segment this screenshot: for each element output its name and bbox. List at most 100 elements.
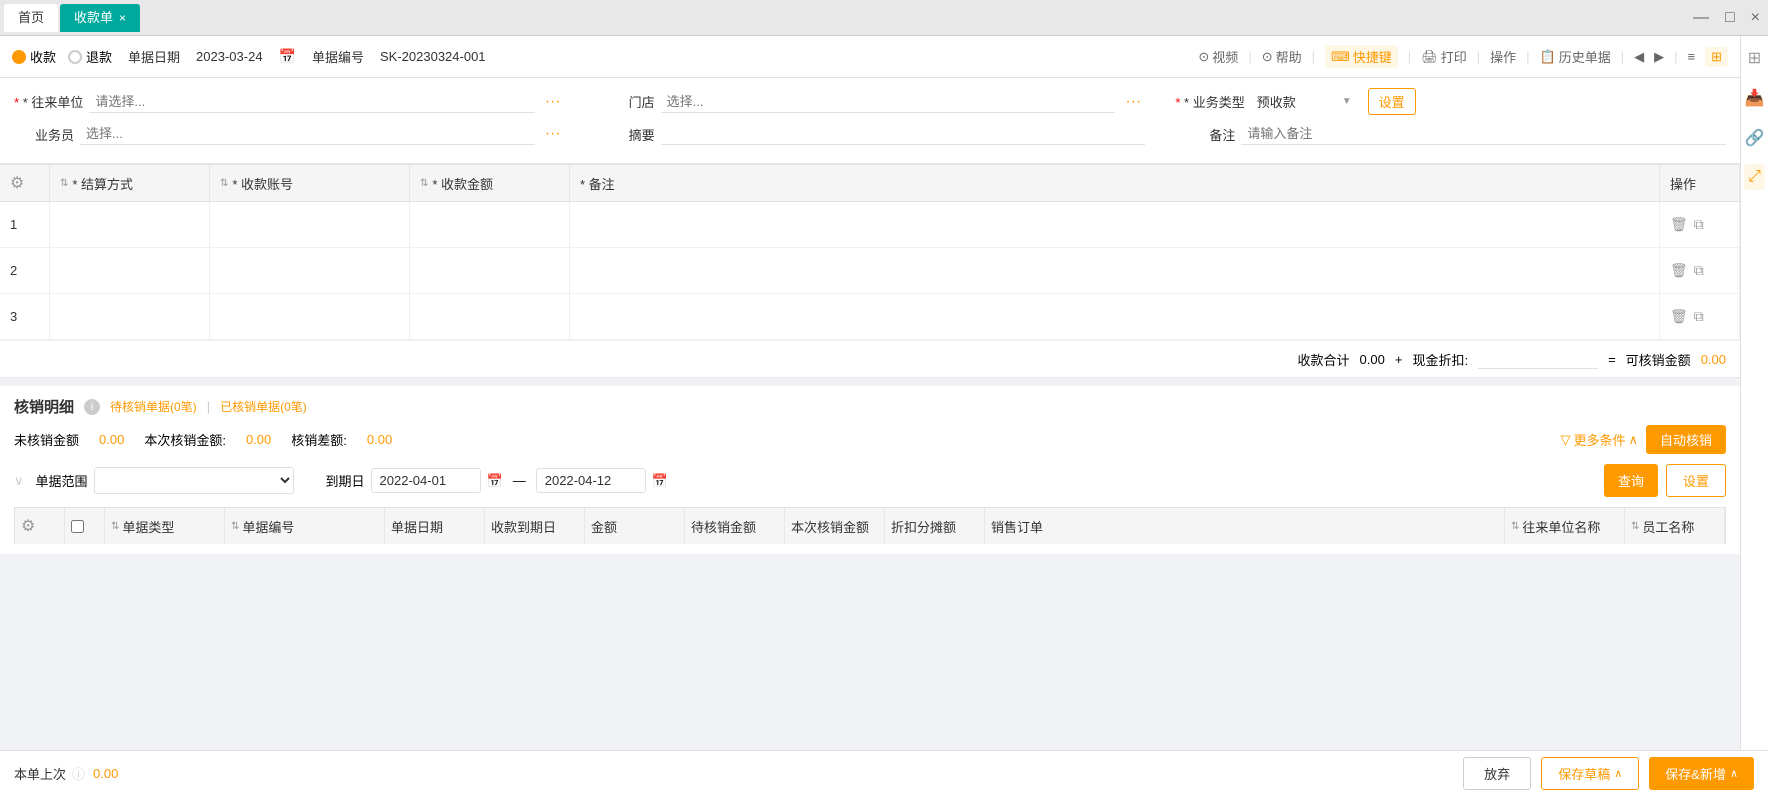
business-type-dropdown-icon[interactable]: ▼ xyxy=(1342,96,1352,107)
delete-icon-3[interactable]: 🗑 xyxy=(1670,308,1688,325)
help-label: 帮助 xyxy=(1276,47,1302,66)
table-gear-icon[interactable]: ⚙ xyxy=(10,173,24,193)
date-from-calendar-icon[interactable]: 📅 xyxy=(487,473,503,489)
td-num-1: 1 xyxy=(0,202,50,247)
td-remark-2[interactable] xyxy=(570,248,1660,293)
td-account-3[interactable] xyxy=(210,294,410,339)
counterpart-field: * * 往来单位 ··· xyxy=(14,91,565,113)
tab-active[interactable]: 收款单 × xyxy=(60,4,140,32)
info-icon-bottom[interactable]: ⓘ xyxy=(72,764,85,783)
history-button[interactable]: 📋 历史单据 xyxy=(1540,47,1611,66)
menu-list-icon[interactable]: ≡ xyxy=(1688,49,1696,64)
salesperson-input[interactable] xyxy=(80,123,535,145)
save-arrow-icon: ∧ xyxy=(1730,767,1738,780)
restore-button[interactable]: □ xyxy=(1721,9,1739,27)
grid-icon[interactable]: ⊞ xyxy=(1705,47,1728,67)
bth-sales-order: 销售订单 xyxy=(985,508,1505,544)
delete-icon-2[interactable]: 🗑 xyxy=(1670,262,1688,279)
number-value: SK-20230324-001 xyxy=(380,49,486,64)
done-tab[interactable]: 已核销单据(0笔) xyxy=(220,398,307,415)
more-conditions-button[interactable]: ▽ 更多条件 ∧ xyxy=(1560,430,1638,449)
abandon-button[interactable]: 放弃 xyxy=(1463,757,1531,790)
td-num-3: 3 xyxy=(0,294,50,339)
date-calendar-icon[interactable]: 📅 xyxy=(279,48,296,65)
video-button[interactable]: ⊙ 视频 xyxy=(1198,47,1238,66)
nav-prev-icon[interactable]: ◀ xyxy=(1634,49,1644,65)
main-content: 收款 退款 单据日期 2023-03-24 📅 单据编号 SK-20230324… xyxy=(0,36,1740,750)
td-remark-1[interactable] xyxy=(570,202,1660,247)
settings-button[interactable]: 设置 xyxy=(1368,88,1416,115)
td-remark-3[interactable] xyxy=(570,294,1660,339)
th-remark-label: * 备注 xyxy=(580,174,615,193)
summary-input[interactable] xyxy=(661,123,1146,145)
bth-discount: 折扣分摊额 xyxy=(885,508,985,544)
shortcut-button[interactable]: ⌨ 快捷键 xyxy=(1325,45,1398,68)
th-amount-label: * 收款金额 xyxy=(432,174,493,193)
select-all-checkbox[interactable] xyxy=(71,520,84,533)
history-icon: 📋 xyxy=(1540,49,1556,65)
save-new-label: 保存&新增 xyxy=(1665,764,1726,783)
tab-close-icon[interactable]: × xyxy=(119,4,126,32)
td-account-2[interactable] xyxy=(210,248,410,293)
sidebar-inbox-icon[interactable]: 📥 xyxy=(1741,84,1768,112)
radio-refund[interactable]: 退款 xyxy=(68,47,112,66)
scope-field: 单据范围 xyxy=(36,467,294,494)
td-amount-2[interactable] xyxy=(410,248,570,293)
radio-refund-dot xyxy=(68,50,82,64)
td-account-1[interactable] xyxy=(210,202,410,247)
business-type-label: * * 业务类型 xyxy=(1175,92,1244,111)
td-amount-1[interactable] xyxy=(410,202,570,247)
td-settlement-2[interactable] xyxy=(50,248,210,293)
store-input[interactable] xyxy=(661,91,1116,113)
bottom-gear-icon[interactable]: ⚙ xyxy=(21,516,35,536)
tab-home[interactable]: 首页 xyxy=(4,4,58,32)
radio-receipt[interactable]: 收款 xyxy=(12,47,56,66)
remark-input[interactable] xyxy=(1241,123,1726,145)
copy-icon-2[interactable]: ⧉ xyxy=(1694,262,1704,279)
sidebar-link-icon[interactable]: 🔗 xyxy=(1741,124,1768,152)
minimize-button[interactable]: — xyxy=(1689,9,1713,27)
copy-icon-1[interactable]: ⧉ xyxy=(1694,216,1704,233)
save-new-button[interactable]: 保存&新增 ∧ xyxy=(1649,757,1754,790)
counterpart-input[interactable] xyxy=(89,91,534,113)
td-actions-2: 🗑 ⧉ xyxy=(1660,248,1740,293)
counterpart-more-icon[interactable]: ··· xyxy=(541,93,565,111)
date-from-input[interactable] xyxy=(371,468,481,493)
close-button[interactable]: × xyxy=(1747,9,1764,27)
help-circle-icon: ⊙ xyxy=(1262,49,1273,65)
pending-tab[interactable]: 待核销单据(0笔) xyxy=(110,398,197,415)
scope-select[interactable] xyxy=(94,467,294,494)
salesperson-field: 业务员 ··· xyxy=(14,123,565,145)
td-amount-3[interactable] xyxy=(410,294,570,339)
receipt-type-group: 收款 退款 xyxy=(12,47,112,66)
nav-next-icon[interactable]: ▶ xyxy=(1654,49,1664,65)
save-draft-label: 保存草稿 xyxy=(1558,764,1610,783)
td-settlement-1[interactable] xyxy=(50,202,210,247)
th-remark: * 备注 xyxy=(570,165,1660,201)
help-button[interactable]: ⊙ 帮助 xyxy=(1262,47,1302,66)
settings-verify-button[interactable]: 设置 xyxy=(1666,464,1726,497)
date-to-calendar-icon[interactable]: 📅 xyxy=(652,473,668,489)
bth-company: ⇅ 往来单位名称 xyxy=(1505,508,1625,544)
sidebar-expand-icon[interactable]: ⤢ xyxy=(1744,164,1765,190)
salesperson-more-icon[interactable]: ··· xyxy=(541,125,565,143)
form-row-1: * * 往来单位 ··· 门店 ··· * * 业务类型 预收款 ▼ xyxy=(14,88,1726,115)
business-type-field: * * 业务类型 预收款 ▼ 设置 xyxy=(1175,88,1726,115)
store-more-icon[interactable]: ··· xyxy=(1121,93,1145,111)
td-actions-3: 🗑 ⧉ xyxy=(1660,294,1740,339)
operation-button[interactable]: 操作 xyxy=(1490,47,1516,66)
counterpart-label: * * 往来单位 xyxy=(14,92,83,111)
number-label: 单据编号 xyxy=(312,47,364,66)
sidebar-table-icon[interactable]: ⊞ xyxy=(1744,44,1765,72)
query-button[interactable]: 查询 xyxy=(1604,464,1658,497)
verify-info-icon[interactable]: i xyxy=(84,399,100,415)
date-to-input[interactable] xyxy=(536,468,646,493)
discount-input[interactable] xyxy=(1478,349,1598,369)
print-button[interactable]: 🖨 打印 xyxy=(1421,47,1467,66)
auto-verify-button[interactable]: 自动核销 xyxy=(1646,425,1726,454)
copy-icon-3[interactable]: ⧉ xyxy=(1694,308,1704,325)
delete-icon-1[interactable]: 🗑 xyxy=(1670,216,1688,233)
td-settlement-3[interactable] xyxy=(50,294,210,339)
save-draft-button[interactable]: 保存草稿 ∧ xyxy=(1541,757,1639,790)
th-account: ⇅ * 收款账号 xyxy=(210,165,410,201)
